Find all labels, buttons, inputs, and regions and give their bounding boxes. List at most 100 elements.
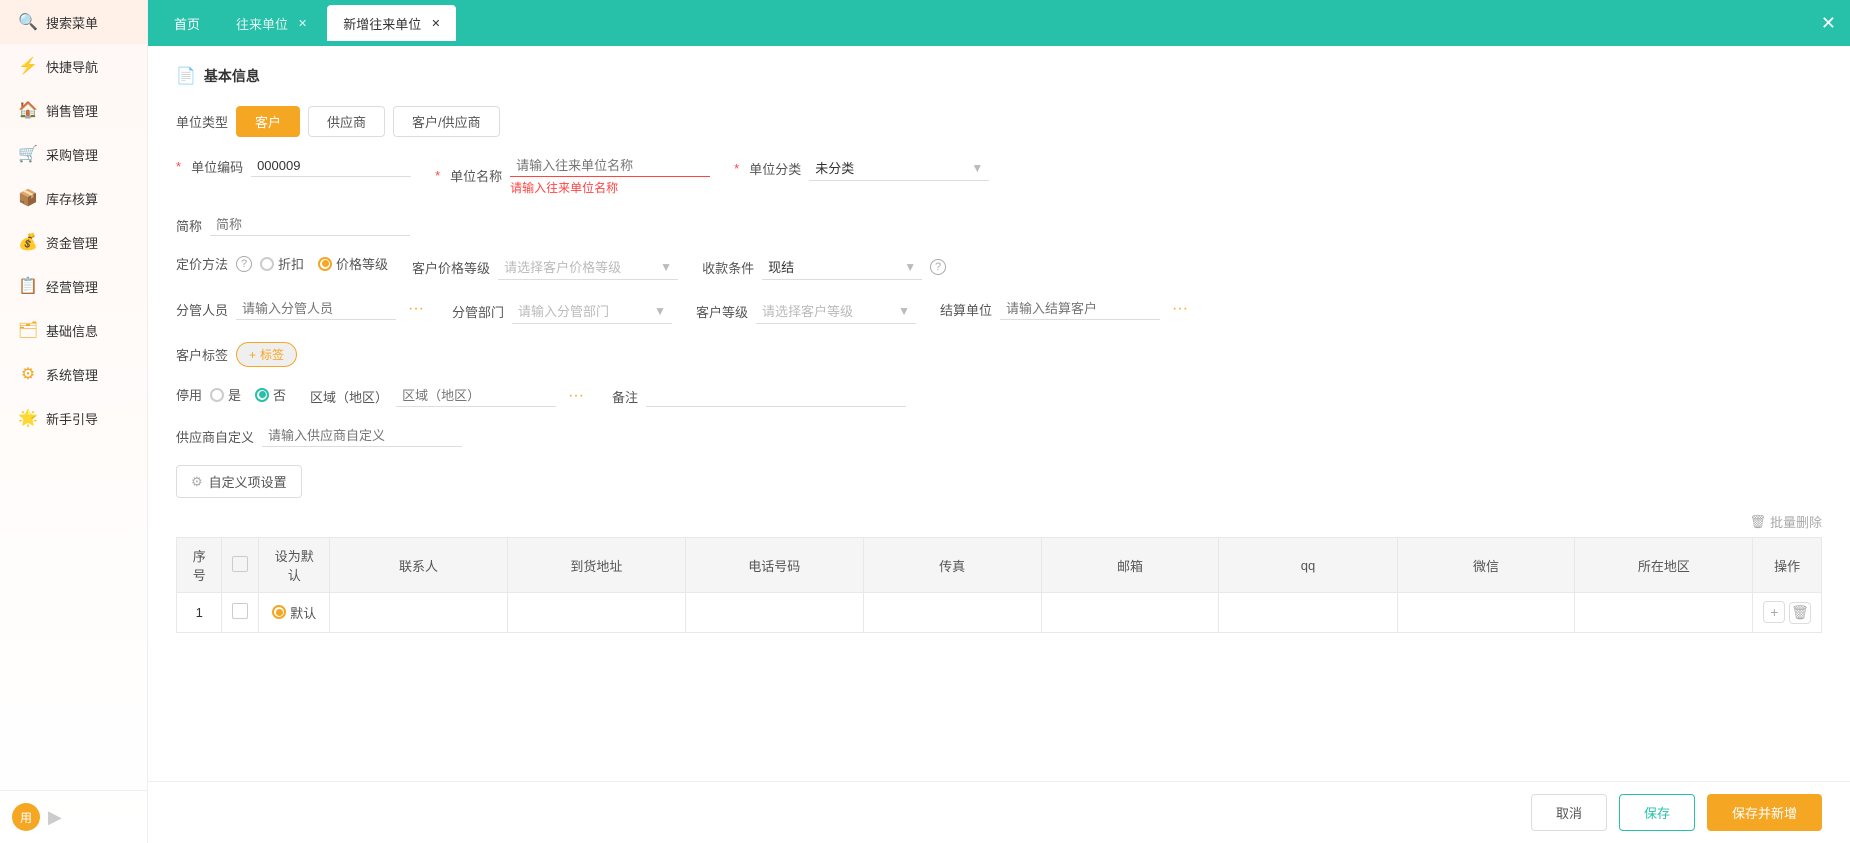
remark-input[interactable] [646, 385, 906, 407]
customize-settings-button[interactable]: ⚙ 自定义项设置 [176, 465, 302, 498]
row-seq: 1 [177, 593, 222, 633]
settlement-input[interactable] [1000, 298, 1160, 320]
row-region[interactable] [1575, 593, 1753, 633]
unit-name-input[interactable] [510, 155, 710, 177]
window-close-icon[interactable]: ✕ [1821, 14, 1836, 32]
disabled-no-radio[interactable]: 否 [255, 385, 286, 404]
address-input[interactable] [518, 605, 675, 620]
supplier-custom-row: 供应商自定义 [176, 425, 1822, 447]
sidebar-item-quicknav[interactable]: ⚡ 快捷导航 [0, 44, 147, 88]
row-phone[interactable] [685, 593, 863, 633]
customer-level-select[interactable]: 请选择客户等级 ▼ [756, 298, 916, 324]
quick-nav-icon: ⚡ [18, 56, 38, 76]
payment-terms-select[interactable]: 现结 ▼ [762, 254, 922, 280]
row-wechat[interactable] [1397, 593, 1575, 633]
unit-code-input[interactable] [251, 155, 411, 177]
supplier-custom-input[interactable] [262, 425, 462, 447]
unit-category-value: 未分类 [815, 158, 967, 177]
fax-input[interactable] [874, 605, 1031, 620]
region-table-input[interactable] [1585, 605, 1742, 620]
sidebar-item-system[interactable]: ⚙ 系统管理 [0, 352, 147, 396]
wechat-input[interactable] [1408, 605, 1565, 620]
pricing-discount-radio[interactable]: 折扣 [260, 254, 304, 273]
cancel-button[interactable]: 取消 [1531, 794, 1607, 831]
sidebar-item-sales-label: 销售管理 [46, 101, 98, 120]
sidebar-item-sales[interactable]: 🏠 销售管理 [0, 88, 147, 132]
sidebar-expand-icon[interactable]: ▶ [48, 807, 62, 828]
disabled-yes-radio[interactable]: 是 [210, 385, 241, 404]
sidebar-item-system-label: 系统管理 [46, 365, 98, 384]
sidebar-item-purchase[interactable]: 🛒 采购管理 [0, 132, 147, 176]
avatar: 用 [12, 803, 40, 831]
manager-input[interactable] [236, 298, 396, 320]
unit-type-both-btn[interactable]: 客户/供应商 [393, 106, 500, 137]
sidebar-item-guide[interactable]: 🌟 新手引导 [0, 396, 147, 440]
pricing-help-icon[interactable]: ? [236, 256, 252, 272]
row-contact[interactable] [330, 593, 508, 633]
supplier-custom-label: 供应商自定义 [176, 427, 254, 446]
row-address[interactable] [507, 593, 685, 633]
sidebar-item-finance[interactable]: 💰 资金管理 [0, 220, 147, 264]
delete-row-button[interactable]: 🗑 [1789, 602, 1811, 624]
sidebar-item-basic[interactable]: 🗂 基础信息 [0, 308, 147, 352]
add-tag-button[interactable]: + 标签 [236, 342, 297, 367]
col-phone: 电话号码 [685, 538, 863, 593]
price-level-chevron-icon: ▼ [660, 260, 672, 274]
dept-chevron-icon: ▼ [654, 304, 666, 318]
add-row-button[interactable]: + [1763, 601, 1785, 623]
sidebar-item-inventory[interactable]: 📦 库存核算 [0, 176, 147, 220]
short-name-input[interactable] [210, 214, 410, 236]
table-row: 1 默认 [177, 593, 1822, 633]
unit-type-label: 单位类型 [176, 112, 228, 131]
batch-delete-label[interactable]: 批量删除 [1770, 512, 1822, 531]
save-new-button[interactable]: 保存并新增 [1707, 794, 1822, 831]
price-level-select[interactable]: 请选择客户价格等级 ▼ [498, 254, 678, 280]
tab-new-partner-close[interactable]: ✕ [431, 17, 440, 30]
section-title: 基本信息 [204, 66, 260, 86]
save-button[interactable]: 保存 [1619, 794, 1695, 831]
sidebar-item-operations[interactable]: 📋 经营管理 [0, 264, 147, 308]
qq-input[interactable] [1229, 605, 1386, 620]
select-all-checkbox[interactable] [232, 556, 248, 572]
unit-name-label: 单位名称 [450, 166, 502, 185]
row-qq[interactable] [1219, 593, 1397, 633]
email-input[interactable] [1052, 605, 1209, 620]
pricing-label: 定价方法 [176, 254, 228, 273]
main-area: 首页 往来单位 ✕ 新增往来单位 ✕ ✕ 📄 基本信息 单位类型 客户 供应商 … [148, 0, 1850, 843]
tab-home[interactable]: 首页 [158, 5, 216, 41]
unit-type-customer-btn[interactable]: 客户 [236, 106, 300, 137]
region-input[interactable] [396, 385, 556, 407]
tab-new-partner[interactable]: 新增往来单位 ✕ [327, 5, 456, 41]
manager-dots-icon[interactable]: ··· [404, 300, 428, 318]
phone-input[interactable] [696, 605, 853, 620]
unit-type-supplier-btn[interactable]: 供应商 [308, 106, 385, 137]
region-dots-icon[interactable]: ··· [564, 387, 588, 405]
sidebar-item-basic-label: 基础信息 [46, 321, 98, 340]
guide-icon: 🌟 [18, 408, 38, 428]
category-required: * [734, 161, 739, 176]
tab-partner-list[interactable]: 往来单位 ✕ [220, 5, 323, 41]
payment-help-icon[interactable]: ? [930, 259, 946, 275]
row-fax[interactable] [863, 593, 1041, 633]
sidebar-item-search[interactable]: 🔍 搜索菜单 [0, 0, 147, 44]
region-field: 区域（地区） ··· [310, 385, 588, 407]
tag-field: 客户标签 + 标签 [176, 342, 297, 367]
settlement-dots-icon[interactable]: ··· [1168, 300, 1192, 318]
sidebar-item-guide-label: 新手引导 [46, 409, 98, 428]
row-default-radio[interactable]: 默认 [269, 603, 319, 622]
price-level-label: 客户价格等级 [412, 258, 490, 277]
row-email[interactable] [1041, 593, 1219, 633]
row-checkbox[interactable] [232, 603, 248, 619]
disabled-radio-group: 是 否 [210, 385, 286, 404]
tab-partner-list-close[interactable]: ✕ [298, 17, 307, 30]
sidebar-item-quicknav-label: 快捷导航 [46, 57, 98, 76]
remark-label: 备注 [612, 387, 638, 406]
sidebar-item-finance-label: 资金管理 [46, 233, 98, 252]
pricing-level-radio[interactable]: 价格等级 [318, 254, 388, 273]
footer-actions: 取消 保存 保存并新增 [148, 781, 1850, 843]
unit-category-select[interactable]: 未分类 ▼ [809, 155, 989, 181]
contact-input[interactable] [340, 605, 497, 620]
main-content: 📄 基本信息 单位类型 客户 供应商 客户/供应商 * 单位编码 * [148, 46, 1850, 843]
department-select[interactable]: 请输入分管部门 ▼ [512, 298, 672, 324]
unit-type-row: 单位类型 客户 供应商 客户/供应商 [176, 106, 1822, 137]
